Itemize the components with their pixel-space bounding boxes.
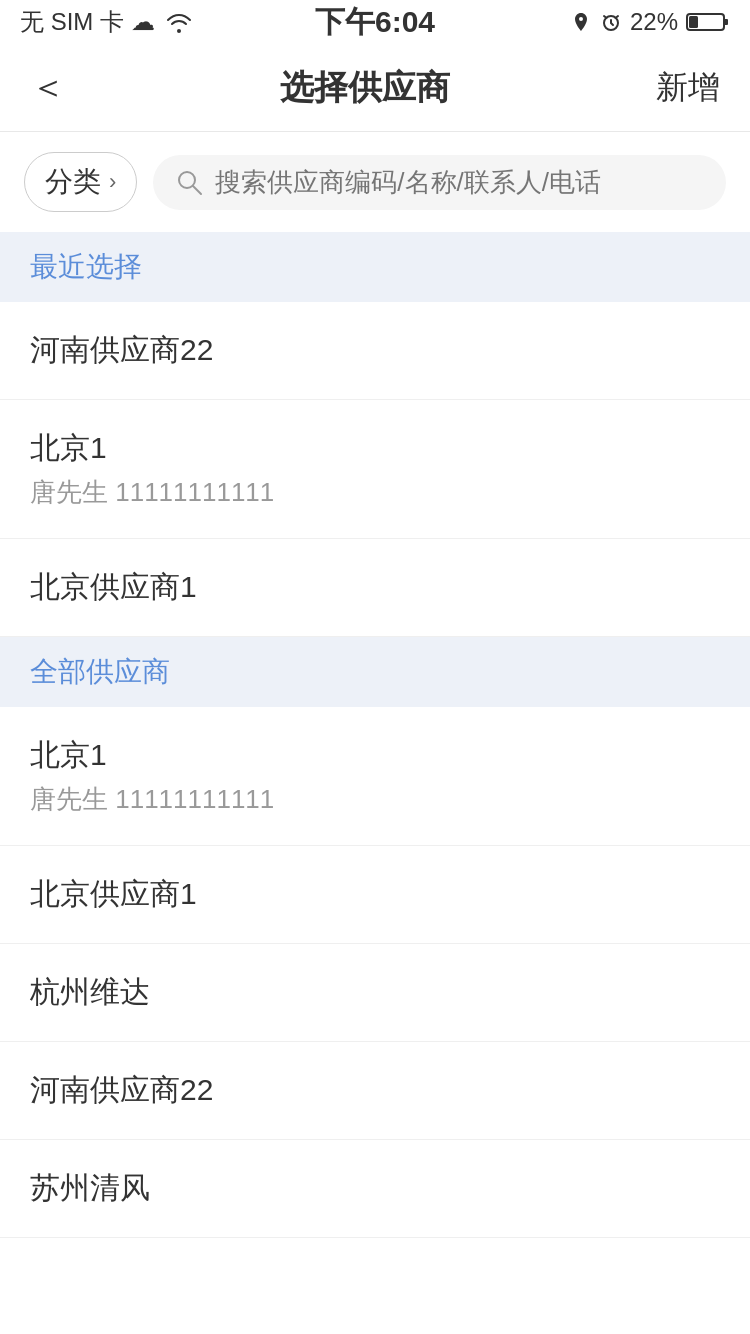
back-button[interactable]: ＜ [30,63,90,112]
category-button[interactable]: 分类 › [24,152,137,212]
status-left: 无 SIM 卡 ☁ [20,6,193,38]
add-button[interactable]: 新增 [640,66,720,110]
all-section-label: 全部供应商 [30,656,170,687]
status-bar: 无 SIM 卡 ☁ 下午6:04 22% [0,0,750,44]
item-name: 苏州清风 [30,1168,720,1209]
item-name: 北京1 [30,428,720,469]
list-item[interactable]: 河南供应商22 [0,1042,750,1140]
list-item[interactable]: 北京1 唐先生 11111111111 [0,400,750,539]
list-item[interactable]: 北京供应商1 [0,846,750,944]
location-icon [570,11,592,33]
item-name: 北京1 [30,735,720,776]
list-item[interactable]: 杭州维达 [0,944,750,1042]
list-item[interactable]: 河南供应商22 [0,302,750,400]
status-time: 下午6:04 [315,2,435,43]
list-item[interactable]: 苏州清风 [0,1140,750,1238]
sim-label: 无 SIM 卡 ☁ [20,6,155,38]
item-name: 北京供应商1 [30,567,720,608]
list-item[interactable]: 北京供应商1 [0,539,750,637]
page-title: 选择供应商 [90,65,640,111]
all-list: 北京1 唐先生 11111111111 北京供应商1 杭州维达河南供应商22 苏州清风 [0,707,750,1238]
status-right: 22% [570,8,730,36]
search-icon [175,168,203,196]
list-item[interactable]: 北京1 唐先生 11111111111 [0,707,750,846]
search-box[interactable] [153,155,726,210]
svg-rect-2 [724,19,728,25]
recent-list: 河南供应商22 北京1 唐先生 11111111111 北京供应商1 [0,302,750,637]
nav-bar: ＜ 选择供应商 新增 [0,44,750,132]
alarm-icon [600,11,622,33]
recent-section-header: 最近选择 [0,232,750,302]
recent-section-label: 最近选择 [30,251,142,282]
svg-rect-3 [689,16,698,28]
item-name: 河南供应商22 [30,330,720,371]
category-label: 分类 [45,163,101,201]
item-name: 杭州维达 [30,972,720,1013]
wifi-icon [165,11,193,33]
item-sub: 唐先生 11111111111 [30,475,720,510]
item-name: 河南供应商22 [30,1070,720,1111]
battery-icon [686,11,730,33]
search-input[interactable] [215,167,704,198]
item-name: 北京供应商1 [30,874,720,915]
all-section-header: 全部供应商 [0,637,750,707]
battery-percent: 22% [630,8,678,36]
svg-line-5 [193,186,201,194]
item-sub: 唐先生 11111111111 [30,782,720,817]
chevron-right-icon: › [109,169,116,195]
filter-row: 分类 › [0,132,750,232]
